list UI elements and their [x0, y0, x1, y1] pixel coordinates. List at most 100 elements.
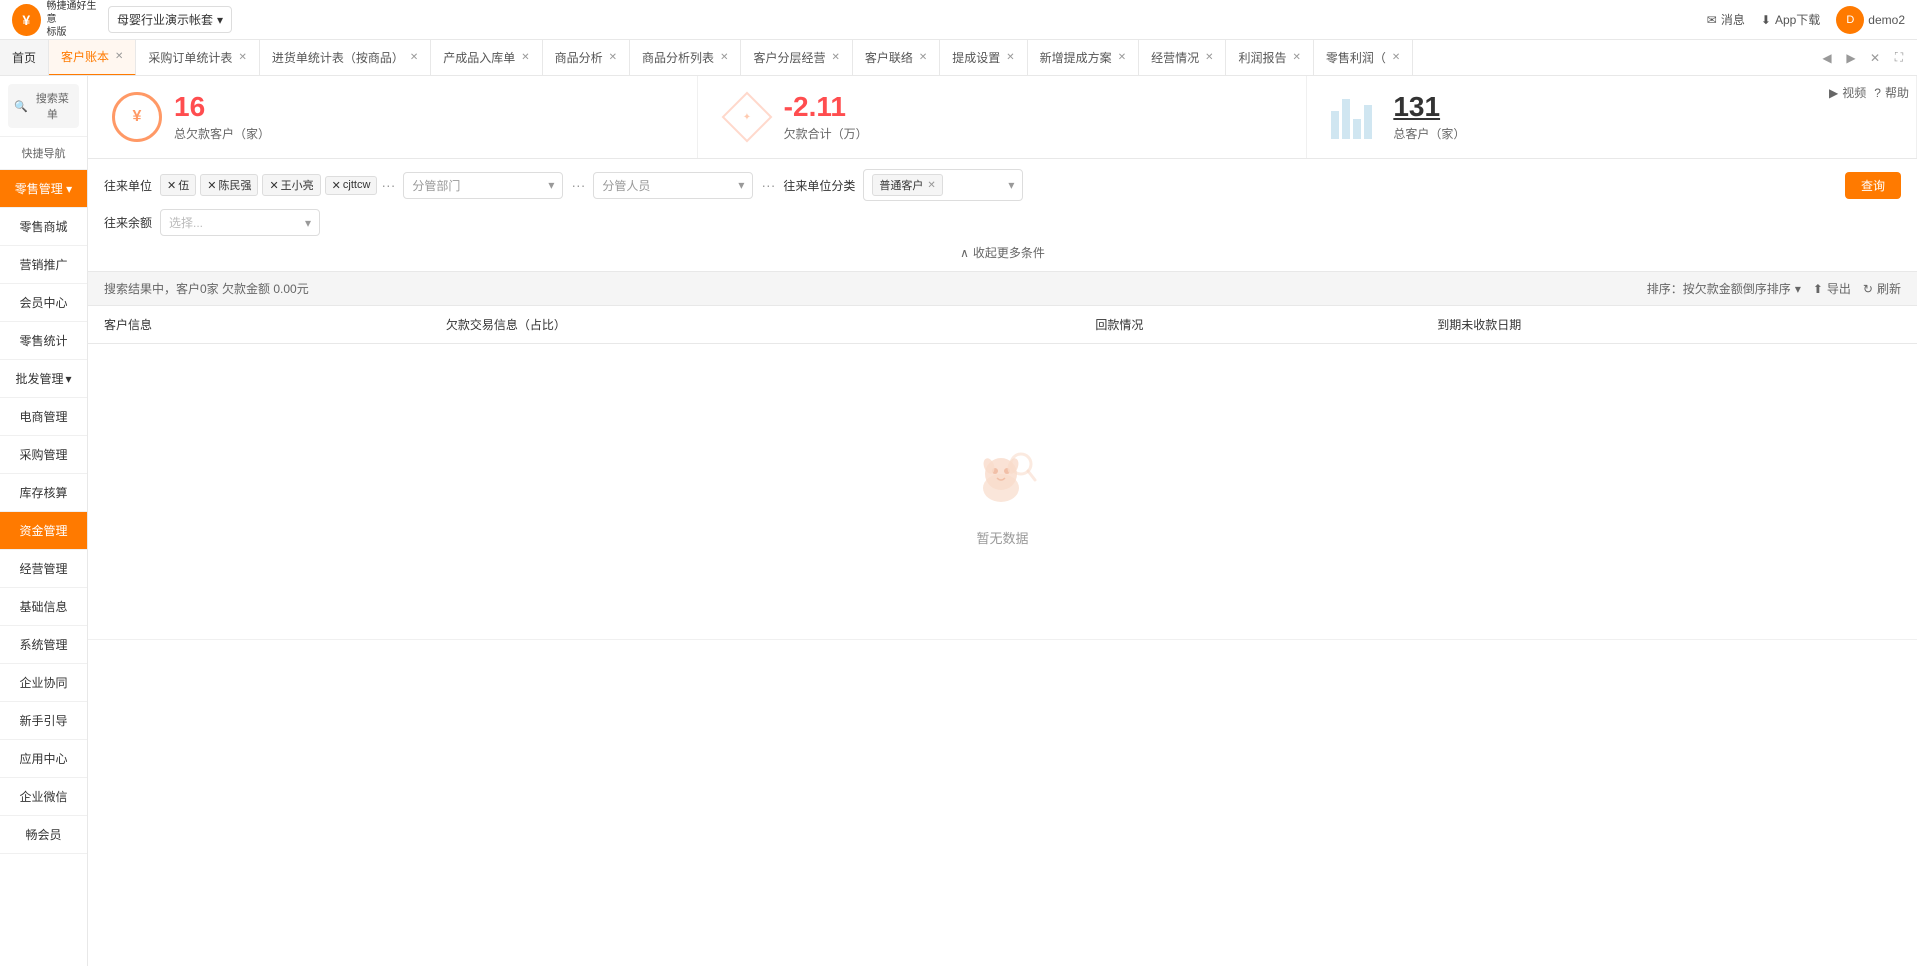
empty-text: 暂无数据: [976, 528, 1028, 547]
app-download-button[interactable]: ⬇ App下载: [1761, 11, 1820, 28]
tab-product-analysis[interactable]: 商品分析 ✕: [543, 40, 630, 76]
sidebar-item-wholesale[interactable]: 批发管理 ▾: [0, 360, 87, 398]
tab-stock-stats[interactable]: 进货单统计表（按商品） ✕: [260, 40, 431, 76]
close-icon[interactable]: ✕: [1118, 52, 1126, 63]
sidebar-item-basic-info[interactable]: 基础信息: [0, 588, 87, 626]
video-button[interactable]: ▶ 视频: [1829, 84, 1866, 101]
stat-label-3: 总客户（家）: [1393, 125, 1465, 142]
remove-class-button[interactable]: ✕: [927, 180, 935, 191]
sidebar-item-inventory[interactable]: 库存核算: [0, 474, 87, 512]
search-icon: 🔍: [14, 100, 28, 113]
more-tags-button[interactable]: ···: [381, 177, 395, 193]
sidebar-item-ecommerce[interactable]: 电商管理: [0, 398, 87, 436]
filter-row-1: 往来单位 ✕ 伍 ✕ 陈民强 ✕ 王小亮 ✕: [104, 169, 1901, 201]
filter-area: 往来单位 ✕ 伍 ✕ 陈民强 ✕ 王小亮 ✕: [88, 159, 1917, 272]
filter-tags-unit: ✕ 伍 ✕ 陈民强 ✕ 王小亮 ✕ cjttcw ···: [160, 174, 395, 196]
filter-tag-cjttcw[interactable]: ✕ cjttcw: [325, 176, 378, 195]
balance-select[interactable]: 选择... ▾: [160, 209, 320, 236]
tab-product-analysis-list[interactable]: 商品分析列表 ✕: [630, 40, 741, 76]
sidebar-item-chang-member[interactable]: 畅会员: [0, 816, 87, 854]
diamond-icon: ✦: [721, 92, 772, 143]
sidebar-item-enterprise-wechat[interactable]: 企业微信: [0, 778, 87, 816]
balance-label: 往来余额: [104, 214, 152, 231]
chevron-down-icon: ▾: [548, 178, 554, 192]
logo-area: ¥ 畅捷通好生意 标版: [12, 0, 100, 39]
results-actions: 排序：按欠款金额倒序排序 ▾ ⬆ 导出 ↻ 刷新: [1647, 280, 1901, 297]
tab-customer-layer[interactable]: 客户分层经营 ✕: [741, 40, 852, 76]
collapse-button[interactable]: ∧ 收起更多条件: [960, 244, 1045, 261]
close-icon[interactable]: ✕: [1205, 52, 1213, 63]
help-button[interactable]: ? 帮助: [1874, 84, 1909, 101]
stat-text-2: -2.11 欠款合计（万）: [784, 93, 868, 142]
tab-new-commission[interactable]: 新增提成方案 ✕: [1028, 40, 1139, 76]
results-bar: 搜索结果中，客户0家 欠款金额 0.00元 排序：按欠款金额倒序排序 ▾ ⬆ 导…: [88, 272, 1917, 306]
col-due-date: 到期未收款日期: [1421, 306, 1917, 344]
message-button[interactable]: ✉ 消息: [1707, 11, 1745, 28]
stat-overdue-amount: ✦ -2.11 欠款合计（万）: [698, 76, 1308, 158]
unit-label: 往来单位: [104, 177, 152, 194]
filter-tag-chen[interactable]: ✕ 陈民强: [200, 174, 258, 196]
message-icon: ✉: [1707, 13, 1717, 27]
person-select[interactable]: 分管人员 ▾: [593, 172, 753, 199]
tab-retail-profit[interactable]: 零售利润（ ✕: [1314, 40, 1413, 76]
help-icon: ?: [1874, 86, 1881, 100]
close-icon[interactable]: ✕: [831, 52, 839, 63]
stat-text-1: 16 总欠款客户（家）: [174, 93, 270, 142]
sidebar-item-retail-mall[interactable]: 零售商城: [0, 208, 87, 246]
tab-controls: ◀ ▶ ✕ ⛶: [1809, 48, 1917, 68]
sidebar-item-purchase[interactable]: 采购管理: [0, 436, 87, 474]
sidebar-item-system[interactable]: 系统管理: [0, 626, 87, 664]
store-selector[interactable]: 母婴行业演示帐套 ▾: [108, 6, 232, 33]
filter-tag-wang[interactable]: ✕ 王小亮: [262, 174, 320, 196]
close-icon[interactable]: ✕: [609, 52, 617, 63]
sidebar-item-app-center[interactable]: 应用中心: [0, 740, 87, 778]
sidebar-item-new-guide[interactable]: 新手引导: [0, 702, 87, 740]
sidebar-item-retail[interactable]: 零售管理 ▾: [0, 170, 87, 208]
close-icon[interactable]: ✕: [919, 52, 927, 63]
sidebar-item-marketing[interactable]: 营销推广: [0, 246, 87, 284]
chevron-down-icon: ▾: [66, 182, 72, 196]
stat-number-3: 131: [1393, 93, 1465, 121]
close-icon[interactable]: ✕: [720, 52, 728, 63]
close-icon[interactable]: ✕: [1006, 52, 1014, 63]
quick-nav-button[interactable]: 快捷导航: [0, 137, 87, 170]
query-button[interactable]: 查询: [1845, 172, 1901, 199]
logo-text: 畅捷通好生意 标版: [47, 0, 100, 39]
close-icon[interactable]: ✕: [238, 52, 246, 63]
tab-expand-button[interactable]: ⛶: [1889, 48, 1909, 68]
sidebar-item-member[interactable]: 会员中心: [0, 284, 87, 322]
table-container: 客户信息 欠款交易信息（占比） 回款情况 到期未收款日期: [88, 306, 1917, 966]
unit-class-select[interactable]: 普通客户 ✕ ▾: [863, 169, 1023, 201]
close-icon[interactable]: ✕: [521, 52, 529, 63]
tab-finished-goods[interactable]: 产成品入库单 ✕: [431, 40, 542, 76]
dept-more-button[interactable]: ···: [571, 177, 585, 193]
export-button[interactable]: ⬆ 导出: [1813, 280, 1851, 297]
selected-class-tag[interactable]: 普通客户 ✕: [872, 174, 942, 196]
filter-tag-wu[interactable]: ✕ 伍: [160, 174, 196, 196]
results-info: 搜索结果中，客户0家 欠款金额 0.00元: [104, 280, 309, 297]
refresh-button[interactable]: ↻ 刷新: [1863, 280, 1901, 297]
sidebar-item-finance[interactable]: 资金管理: [0, 512, 87, 550]
tab-home[interactable]: 首页: [0, 40, 49, 76]
sort-button[interactable]: 排序：按欠款金额倒序排序 ▾: [1647, 280, 1801, 297]
close-icon[interactable]: ✕: [115, 51, 123, 62]
sidebar-item-retail-stats[interactable]: 零售统计: [0, 322, 87, 360]
close-icon[interactable]: ✕: [1392, 52, 1400, 63]
tab-purchase-order[interactable]: 采购订单统计表 ✕: [136, 40, 259, 76]
tab-prev-button[interactable]: ◀: [1817, 48, 1837, 68]
sidebar-item-enterprise[interactable]: 企业协同: [0, 664, 87, 702]
user-menu-button[interactable]: D demo2: [1836, 6, 1905, 34]
tab-operations[interactable]: 经营情况 ✕: [1139, 40, 1226, 76]
tab-profit-report[interactable]: 利润报告 ✕: [1226, 40, 1313, 76]
close-icon[interactable]: ✕: [410, 52, 418, 63]
tab-next-button[interactable]: ▶: [1841, 48, 1861, 68]
tab-close-all-button[interactable]: ✕: [1865, 48, 1885, 68]
search-menu-button[interactable]: 🔍 搜索菜单: [8, 84, 79, 128]
sidebar-item-operations-mgmt[interactable]: 经营管理: [0, 550, 87, 588]
person-more-button[interactable]: ···: [761, 177, 775, 193]
close-icon[interactable]: ✕: [1293, 52, 1301, 63]
tab-customer-account[interactable]: 客户账本 ✕: [49, 40, 136, 76]
tab-customer-contact[interactable]: 客户联络 ✕: [853, 40, 940, 76]
tab-commission-settings[interactable]: 提成设置 ✕: [940, 40, 1027, 76]
dept-select[interactable]: 分管部门 ▾: [403, 172, 563, 199]
